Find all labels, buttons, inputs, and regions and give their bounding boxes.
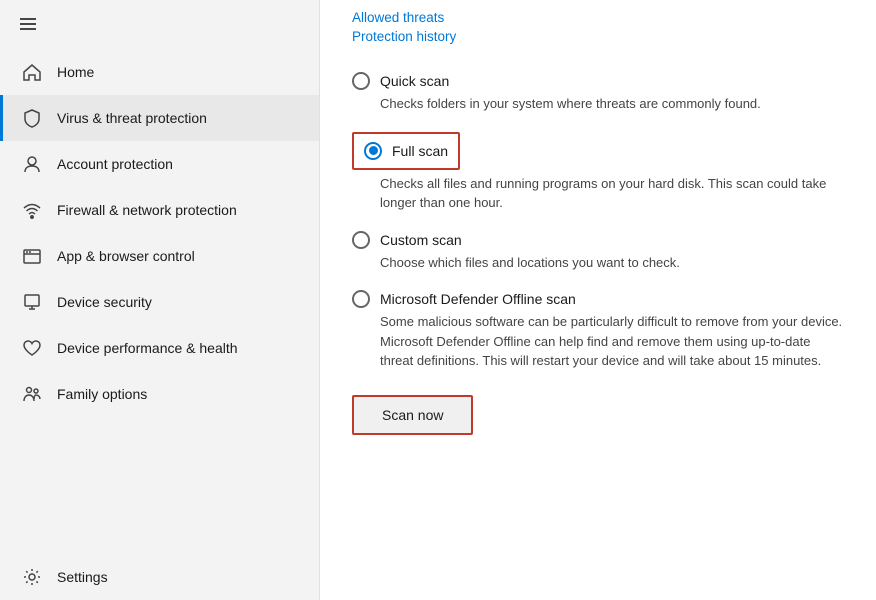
- sidebar-item-settings-label: Settings: [57, 569, 108, 585]
- full-scan-option: Full scan Checks all files and running p…: [352, 132, 844, 213]
- full-scan-radio[interactable]: [364, 142, 382, 160]
- offline-scan-option: Microsoft Defender Offline scan Some mal…: [352, 290, 844, 371]
- offline-scan-text: Microsoft Defender Offline scan: [380, 291, 576, 307]
- custom-scan-text: Custom scan: [380, 232, 462, 248]
- sidebar-item-device-health-label: Device performance & health: [57, 340, 238, 356]
- family-icon: [21, 383, 43, 405]
- sidebar: Home Virus & threat protection Account p…: [0, 0, 320, 600]
- settings-icon: [21, 566, 43, 588]
- sidebar-item-firewall[interactable]: Firewall & network protection: [0, 187, 319, 233]
- allowed-threats-link[interactable]: Allowed threats: [352, 10, 844, 25]
- sidebar-item-account-label: Account protection: [57, 156, 173, 172]
- hamburger-button[interactable]: [0, 0, 319, 49]
- quick-scan-desc: Checks folders in your system where thre…: [380, 94, 844, 114]
- person-icon: [21, 153, 43, 175]
- sidebar-item-browser[interactable]: App & browser control: [0, 233, 319, 279]
- home-icon: [21, 61, 43, 83]
- scan-now-button[interactable]: Scan now: [352, 395, 473, 435]
- protection-history-link[interactable]: Protection history: [352, 29, 844, 44]
- wifi-icon: [21, 199, 43, 221]
- offline-scan-desc: Some malicious software can be particula…: [380, 312, 844, 371]
- quick-scan-radio[interactable]: [352, 72, 370, 90]
- sidebar-item-device-security[interactable]: Device security: [0, 279, 319, 325]
- offline-scan-label[interactable]: Microsoft Defender Offline scan: [352, 290, 844, 308]
- custom-scan-desc: Choose which files and locations you wan…: [380, 253, 844, 273]
- scan-now-wrapper: Scan now: [352, 395, 844, 435]
- shield-icon: [21, 107, 43, 129]
- sidebar-item-device-security-label: Device security: [57, 294, 152, 310]
- sidebar-item-home[interactable]: Home: [0, 49, 319, 95]
- custom-scan-label[interactable]: Custom scan: [352, 231, 844, 249]
- sidebar-item-family[interactable]: Family options: [0, 371, 319, 417]
- full-scan-text: Full scan: [392, 143, 448, 159]
- custom-scan-option: Custom scan Choose which files and locat…: [352, 231, 844, 273]
- sidebar-item-virus[interactable]: Virus & threat protection: [0, 95, 319, 141]
- full-scan-desc: Checks all files and running programs on…: [380, 174, 844, 213]
- sidebar-item-browser-label: App & browser control: [57, 248, 195, 264]
- custom-scan-radio[interactable]: [352, 231, 370, 249]
- full-scan-label[interactable]: Full scan: [364, 142, 448, 160]
- quick-scan-option: Quick scan Checks folders in your system…: [352, 72, 844, 114]
- main-content: Allowed threats Protection history Quick…: [320, 0, 876, 600]
- quick-scan-label[interactable]: Quick scan: [352, 72, 844, 90]
- sidebar-item-virus-label: Virus & threat protection: [57, 110, 207, 126]
- sidebar-item-account[interactable]: Account protection: [0, 141, 319, 187]
- device-icon: [21, 291, 43, 313]
- scan-options: Quick scan Checks folders in your system…: [352, 72, 844, 371]
- sidebar-item-home-label: Home: [57, 64, 94, 80]
- sidebar-item-device-health[interactable]: Device performance & health: [0, 325, 319, 371]
- quick-scan-text: Quick scan: [380, 73, 449, 89]
- sidebar-item-family-label: Family options: [57, 386, 147, 402]
- sidebar-item-firewall-label: Firewall & network protection: [57, 202, 237, 218]
- full-scan-highlight-box: Full scan: [352, 132, 460, 170]
- browser-icon: [21, 245, 43, 267]
- heart-icon: [21, 337, 43, 359]
- sidebar-item-settings[interactable]: Settings: [0, 554, 319, 600]
- top-links: Allowed threats Protection history: [352, 0, 844, 64]
- offline-scan-radio[interactable]: [352, 290, 370, 308]
